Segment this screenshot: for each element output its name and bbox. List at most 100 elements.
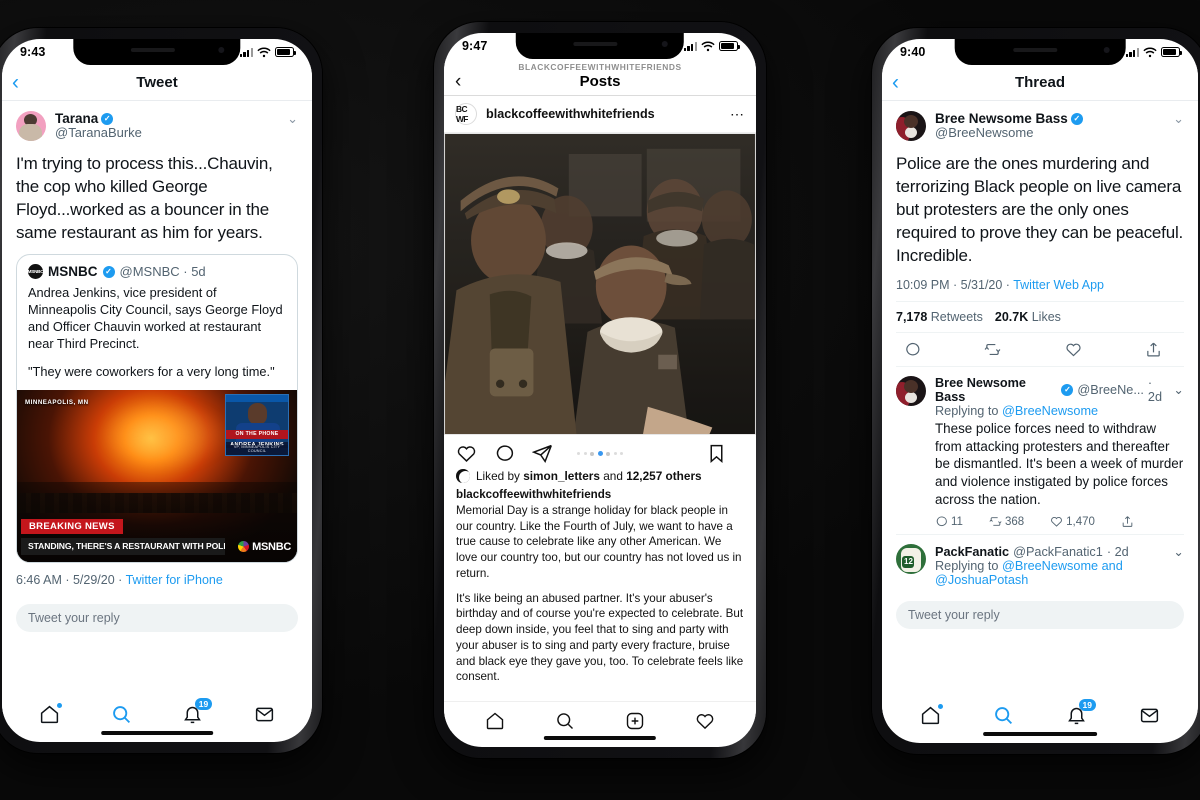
chevron-down-icon[interactable]: ⌄ [1173, 544, 1184, 559]
comment-icon[interactable] [494, 443, 515, 464]
replying-prefix: Replying to [935, 403, 1002, 418]
avatar[interactable] [896, 375, 926, 406]
likes-value: 20.7K [994, 309, 1029, 324]
reply-input[interactable]: Tweet your reply [16, 603, 298, 632]
nav-search[interactable] [111, 704, 132, 725]
retweets-stat[interactable]: 7,178 Retweets [896, 310, 983, 324]
notch [954, 39, 1126, 65]
avatar[interactable]: 12 [896, 544, 926, 575]
reply-input[interactable]: Tweet your reply [896, 601, 1184, 630]
liked-by-user[interactable]: simon_letters [523, 469, 600, 483]
retweets-label: Retweets [930, 309, 983, 324]
chevron-down-icon[interactable]: ⌄ [1173, 111, 1184, 127]
likes-stat[interactable]: 20.7K Likes [995, 310, 1061, 324]
share-icon[interactable] [532, 443, 553, 464]
comments-count: 11 [951, 515, 963, 528]
bookmark-icon[interactable] [706, 443, 727, 464]
retweets-value: 7,178 [896, 309, 928, 324]
thread-body: Bree Newsome Bass ✓ @BreeNewsome ⌄ Polic… [882, 101, 1198, 630]
reply-likes[interactable]: 1,470 [1050, 515, 1095, 528]
reply-share[interactable] [1121, 515, 1134, 528]
reply-item[interactable]: Bree Newsome Bass ✓ @BreeNe... · 2d ⌄ Re… [896, 367, 1184, 536]
replying-to-row: Replying to @BreeNewsome and [935, 559, 1184, 573]
heart-icon[interactable] [456, 443, 477, 464]
author-handle: @BreeNewsome [935, 125, 1034, 140]
notification-badge: 19 [194, 698, 213, 710]
comment-icon[interactable] [904, 341, 921, 358]
likes-count: 1,470 [1066, 515, 1095, 528]
caption-username[interactable]: blackcoffeewithwhitefriends [456, 487, 744, 503]
tweet-action-bar [896, 333, 1184, 367]
envelope-icon [255, 707, 273, 722]
replying-handle[interactable]: @BreeNewsome [1002, 404, 1098, 418]
plus-square-icon[interactable] [625, 711, 645, 731]
quoted-tweet-card[interactable]: MSNBC MSNBC ✓ @MSNBC · 5d Andrea Jenkins… [16, 254, 298, 563]
back-button[interactable]: ‹ [455, 72, 461, 91]
quoted-text-p1: Andrea Jenkins, vice president of Minnea… [28, 285, 283, 352]
post-photo[interactable] [444, 133, 756, 435]
bottom-nav: 19 [2, 698, 312, 725]
reply-retweets[interactable]: 368 [989, 515, 1024, 528]
back-button[interactable]: ‹ [12, 72, 19, 93]
nav-notifications[interactable]: 19 [182, 698, 213, 725]
news-ticker: STANDING, THERE'S A RESTAURANT WITH POLI… [21, 537, 225, 555]
quoted-author-row: MSNBC MSNBC ✓ @MSNBC · 5d [17, 255, 297, 282]
status-time: 9:40 [900, 45, 926, 59]
nav-messages[interactable] [254, 704, 275, 725]
share-icon[interactable] [1145, 341, 1162, 358]
heart-icon[interactable] [695, 711, 715, 731]
picture-in-picture: ON THE PHONE ANDREA JENKINS VP, MINNEAPO… [225, 393, 289, 456]
back-button[interactable]: ‹ [892, 72, 899, 93]
post-author-bar[interactable]: BC WF blackcoffeewithwhitefriends ⋯ [444, 96, 756, 133]
heart-icon[interactable] [1065, 341, 1082, 358]
quoted-image[interactable]: MINNEAPOLIS, MN ON THE PHONE ANDREA JENK… [17, 389, 297, 562]
comment-icon [936, 516, 947, 527]
chevron-down-icon[interactable]: ⌄ [287, 111, 298, 127]
search-icon[interactable] [555, 711, 575, 731]
more-horizontal-icon[interactable]: ⋯ [730, 106, 745, 123]
replying-handle-2[interactable]: @JoshuaPotash [935, 573, 1028, 587]
nav-home[interactable] [920, 704, 943, 726]
image-location-tag: MINNEAPOLIS, MN [25, 398, 89, 406]
reply-item[interactable]: 12 PackFanatic @PackFanatic1 · 2d ⌄ Repl… [896, 535, 1184, 593]
liked-by-row[interactable]: Liked by simon_letters and 12,257 others [444, 466, 756, 485]
heart-icon [1051, 517, 1063, 528]
liked-by-mid: and [599, 469, 627, 483]
tweet-author-row[interactable]: Tarana ✓ @TaranaBurke ⌄ [16, 101, 298, 141]
author-name-row: Tarana ✓ [55, 111, 142, 126]
replying-prefix: Replying to [935, 559, 1002, 574]
home-indicator [543, 735, 657, 740]
chevron-down-icon[interactable]: ⌄ [1173, 382, 1184, 397]
avatar[interactable] [16, 111, 46, 141]
tweet-source[interactable]: Twitter Web App [1013, 278, 1104, 292]
tweet-author-row[interactable]: Bree Newsome Bass ✓ @BreeNewsome ⌄ [896, 101, 1184, 141]
pip-on-phone-label: ON THE PHONE [226, 429, 288, 439]
nav-search[interactable] [993, 705, 1014, 726]
tweet-source[interactable]: Twitter for iPhone [126, 573, 223, 587]
phone-3-screen: 9:40 ‹ Thread Bree Newsome Bass ✓ @BreeN… [882, 39, 1198, 743]
retweet-icon[interactable] [984, 341, 1001, 358]
phone-2-instagram-post: 9:47 ‹ BLACKCOFFEEWITHWHITEFRIENDS Posts… [434, 22, 766, 758]
home-icon[interactable] [485, 711, 505, 731]
phones-stage: 9:43 ‹ Tweet Tarana ✓ @TaranaBurke ⌄ I'm… [0, 0, 1200, 800]
verified-badge-icon: ✓ [1061, 383, 1074, 396]
battery-icon [1161, 47, 1182, 57]
nav-home[interactable] [39, 703, 63, 725]
msnbc-logo-icon: MSNBC [28, 264, 44, 280]
home-indicator [101, 730, 213, 735]
header-subtitle: BLACKCOFFEEWITHWHITEFRIENDS [518, 62, 682, 72]
network-name: MSNBC [252, 540, 291, 553]
tweet-text: I'm trying to process this...Chauvin, th… [16, 154, 273, 243]
reply-time: · 2d [1147, 375, 1163, 404]
reply-comments[interactable]: 11 [935, 515, 963, 528]
nav-messages[interactable] [1139, 705, 1160, 726]
avatar[interactable] [896, 111, 926, 141]
caption-paragraph-1: Memorial Day is a strange holiday for bl… [456, 503, 742, 580]
post-username[interactable]: blackcoffeewithwhitefriends [486, 107, 721, 121]
envelope-icon [1140, 708, 1159, 723]
replying-handle[interactable]: @BreeNewsome and [1002, 559, 1123, 573]
avatar[interactable]: BC WF [455, 103, 477, 125]
liked-by-count[interactable]: 12,257 others [626, 469, 701, 483]
tweet-body: Tarana ✓ @TaranaBurke ⌄ I'm trying to pr… [2, 101, 312, 632]
nav-notifications[interactable]: 19 [1066, 699, 1096, 726]
